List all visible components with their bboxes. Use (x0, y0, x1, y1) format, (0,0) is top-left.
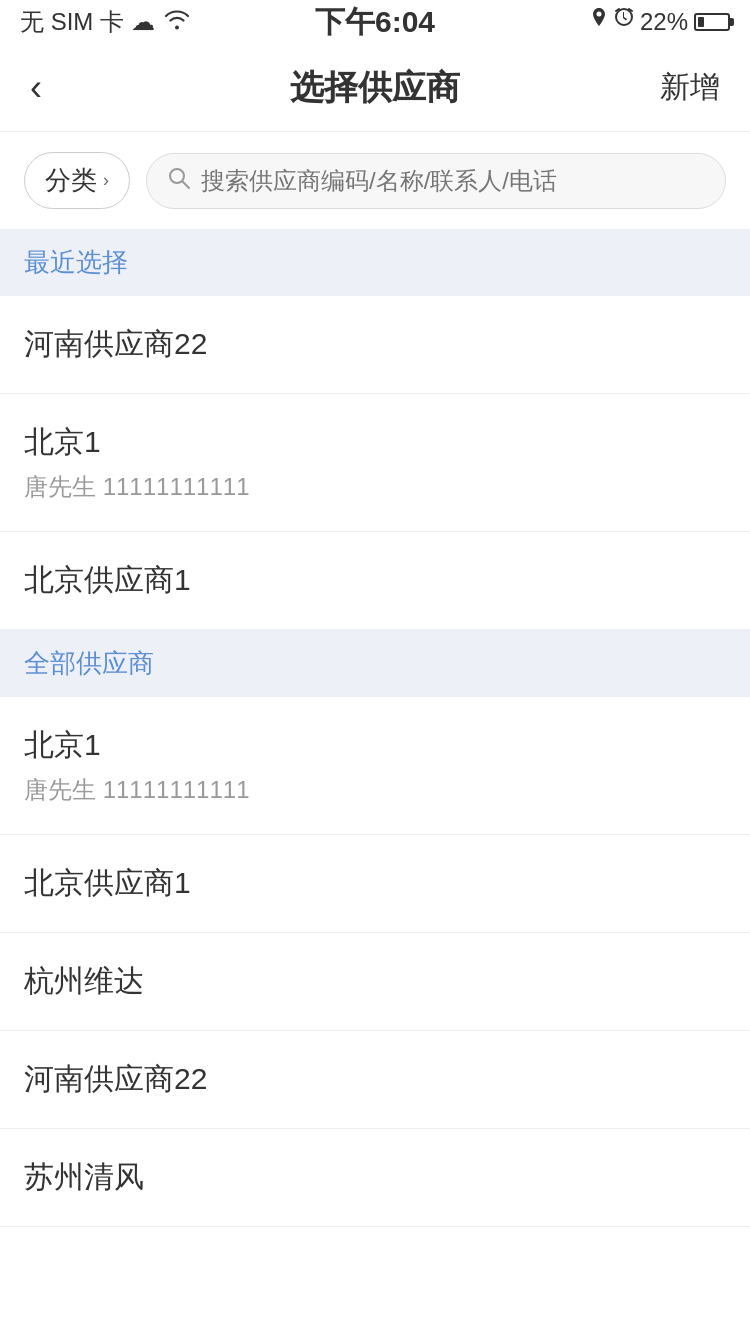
list-item[interactable]: 北京供应商1 (0, 532, 750, 630)
chevron-right-icon: › (103, 170, 109, 191)
filter-bar: 分类 › (0, 132, 750, 229)
item-name: 北京1 (24, 422, 726, 463)
status-bar: 无 SIM 卡 ☁ 下午6:04 22% (0, 0, 750, 44)
all-section-header: 全部供应商 (0, 630, 750, 697)
search-box[interactable] (146, 153, 726, 209)
recent-items-list: 河南供应商22 北京1 唐先生 11111111111 北京供应商1 (0, 296, 750, 630)
item-name: 河南供应商22 (24, 1059, 726, 1100)
list-item[interactable]: 北京1 唐先生 11111111111 (0, 394, 750, 532)
list-item[interactable]: 河南供应商22 (0, 1031, 750, 1129)
item-name: 北京1 (24, 725, 726, 766)
status-time: 下午6:04 (315, 2, 435, 43)
status-right: 22% (590, 8, 730, 36)
wifi-icon (163, 8, 191, 36)
all-section-label: 全部供应商 (24, 648, 154, 678)
battery-icon (694, 13, 730, 31)
nav-bar: ‹ 选择供应商 新增 (0, 44, 750, 132)
list-item[interactable]: 杭州维达 (0, 933, 750, 1031)
all-items-list: 北京1 唐先生 11111111111 北京供应商1 杭州维达河南供应商22 苏州清风 (0, 697, 750, 1227)
item-name: 河南供应商22 (24, 324, 726, 365)
category-label: 分类 (45, 163, 97, 198)
page-title: 选择供应商 (290, 65, 460, 111)
category-filter[interactable]: 分类 › (24, 152, 130, 209)
svg-line-1 (183, 181, 190, 188)
battery-pct: 22% (640, 8, 688, 36)
search-input[interactable] (201, 167, 705, 195)
list-item[interactable]: 北京1 唐先生 11111111111 (0, 697, 750, 835)
location-icon (590, 8, 608, 36)
no-sim-label: 无 SIM 卡 ☁ (20, 6, 155, 38)
item-name: 杭州维达 (24, 961, 726, 1002)
item-detail: 唐先生 11111111111 (24, 471, 726, 503)
add-button[interactable]: 新增 (660, 67, 720, 108)
item-name: 北京供应商1 (24, 863, 726, 904)
back-button[interactable]: ‹ (30, 67, 90, 109)
item-name: 苏州清风 (24, 1157, 726, 1198)
list-item[interactable]: 苏州清风 (0, 1129, 750, 1227)
list-item[interactable]: 河南供应商22 (0, 296, 750, 394)
item-name: 北京供应商1 (24, 560, 726, 601)
status-left: 无 SIM 卡 ☁ (20, 6, 191, 38)
list-item[interactable]: 北京供应商1 (0, 835, 750, 933)
item-detail: 唐先生 11111111111 (24, 774, 726, 806)
search-icon (167, 166, 191, 196)
alarm-icon (614, 8, 634, 36)
recent-section-label: 最近选择 (24, 247, 128, 277)
recent-section-header: 最近选择 (0, 229, 750, 296)
